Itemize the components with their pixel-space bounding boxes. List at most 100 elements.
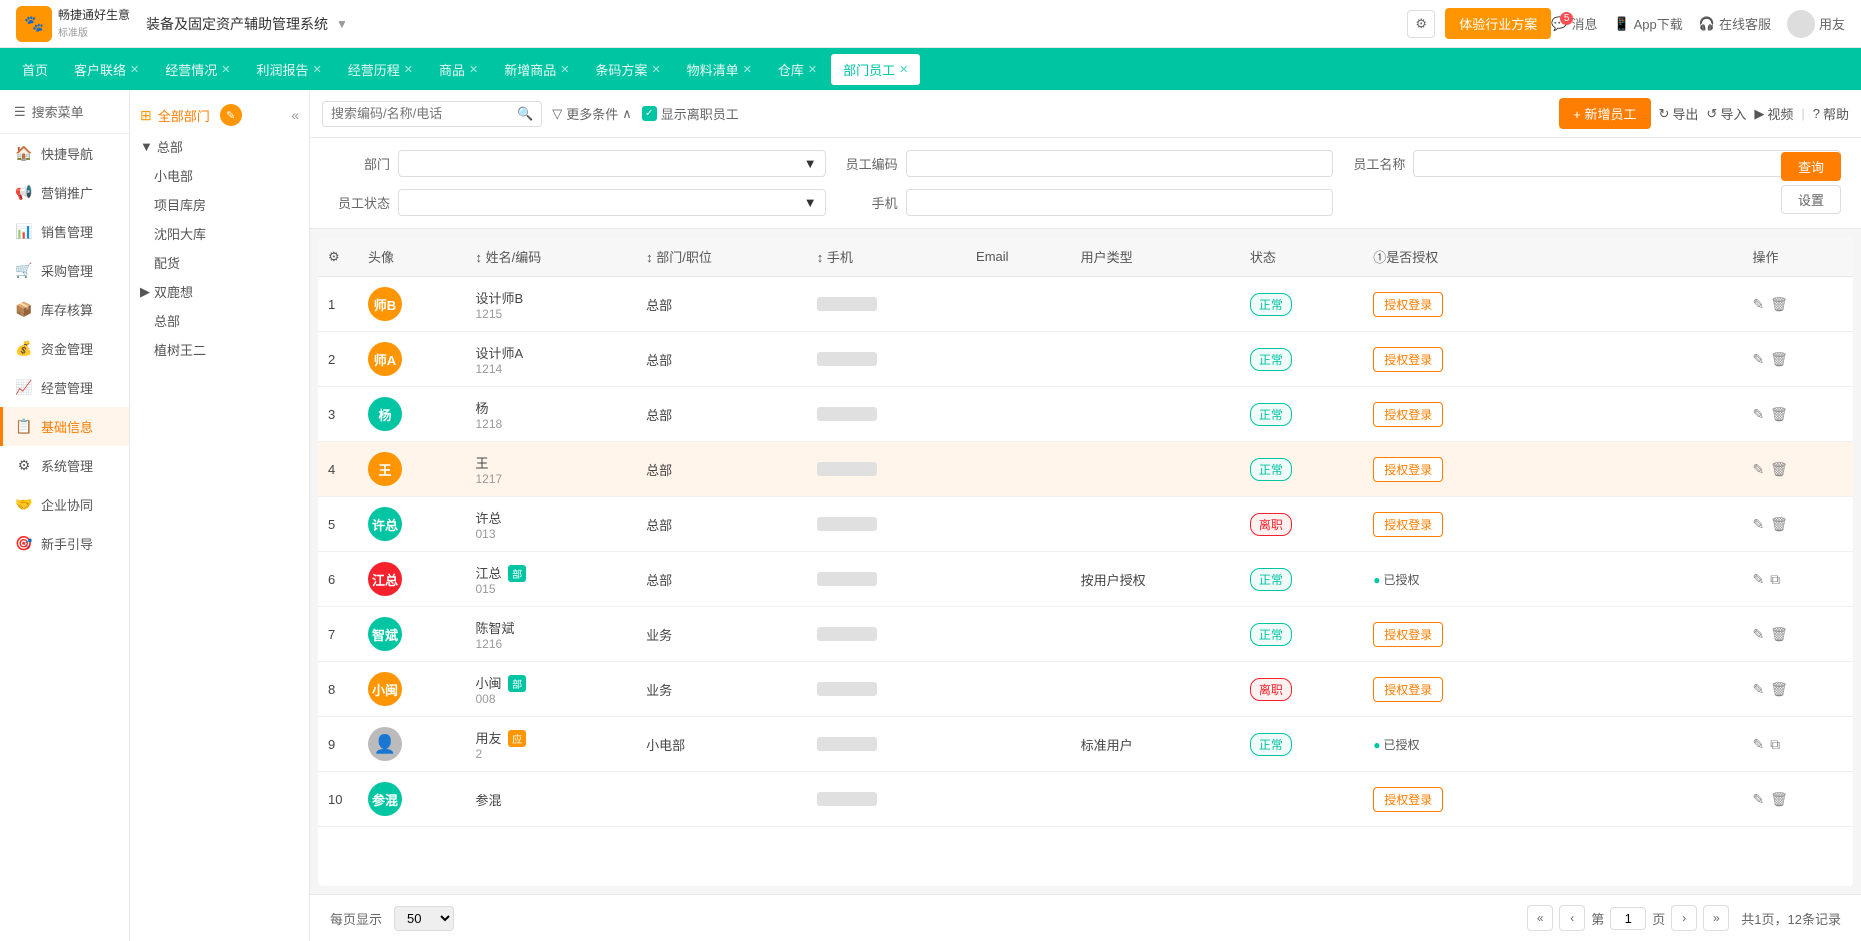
edit-icon[interactable]: ✎ [1752,571,1764,588]
auth-btn[interactable]: 授权登录 [1373,292,1443,317]
sidebar-item-guide[interactable]: 🎯 新手引导 [0,524,129,563]
nav-item-customer[interactable]: 客户联络 ✕ [62,54,151,85]
import-btn[interactable]: ↺ 导入 [1706,104,1746,123]
col-name[interactable]: ↕ 姓名/编码 [465,237,636,277]
first-page-btn[interactable]: « [1527,905,1553,931]
nav-close-warehouse[interactable]: ✕ [808,63,817,76]
nav-item-warehouse[interactable]: 仓库 ✕ [766,54,829,85]
col-dept[interactable]: ↕ 部门/职位 [636,237,807,277]
show-resign-checkbox[interactable]: ✓ [642,106,657,121]
sidebar-item-purchase[interactable]: 🛒 采购管理 [0,251,129,290]
app-download-btn[interactable]: 📱 App下载 [1613,14,1682,33]
nav-close-bom[interactable]: ✕ [743,63,752,76]
dept-node-zongbu[interactable]: 总部 [130,306,309,335]
edit-icon[interactable]: ✎ [1752,351,1764,368]
search-input[interactable] [331,106,511,121]
trial-button[interactable]: 体验行业方案 [1445,8,1551,39]
nav-close-barcode[interactable]: ✕ [651,63,660,76]
page-number-input[interactable] [1610,907,1646,930]
delete-icon[interactable]: 🗑 [1770,461,1788,478]
view-btn[interactable]: ▶ 视频 [1754,104,1793,123]
nav-close-customer[interactable]: ✕ [130,63,139,76]
filter-dept-select[interactable]: ▼ [398,150,826,177]
col-settings[interactable]: ⚙ [318,237,358,277]
nav-close-history[interactable]: ✕ [404,63,413,76]
filter-phone-input[interactable] [906,189,1334,216]
auth-btn[interactable]: 授权登录 [1373,622,1443,647]
delete-icon[interactable]: 🗑 [1770,626,1788,643]
edit-icon[interactable]: ✎ [1752,296,1764,313]
filter-name-input[interactable] [1413,150,1841,177]
more-filter-btn[interactable]: ▽ 更多条件 ∧ [552,104,632,123]
sidebar-item-sales[interactable]: 📊 销售管理 [0,212,129,251]
export-btn[interactable]: ↻ 导出 [1659,104,1699,123]
all-dept-label[interactable]: 全部部门 [158,106,210,125]
reset-button[interactable]: 设置 [1781,185,1841,214]
edit-icon[interactable]: ✎ [1752,736,1764,753]
delete-icon[interactable]: 🗑 [1770,406,1788,423]
filter-code-input[interactable] [906,150,1334,177]
auth-btn[interactable]: 授权登录 [1373,512,1443,537]
nav-close-goods[interactable]: ✕ [469,63,478,76]
sidebar-item-bizmanage[interactable]: 📈 经营管理 [0,368,129,407]
online-service-btn[interactable]: 🎧 在线客服 [1699,14,1771,33]
nav-item-profit[interactable]: 利润报告 ✕ [244,54,333,85]
delete-icon[interactable]: 🗑 [1770,296,1788,313]
auth-btn[interactable]: 授权登录 [1373,457,1443,482]
copy-icon[interactable]: ⧉ [1770,736,1780,753]
nav-close-new-goods[interactable]: ✕ [560,63,569,76]
auth-btn[interactable]: 授权登录 [1373,677,1443,702]
dept-node-xiaodibu[interactable]: 小电部 [130,161,309,190]
nav-close-dept[interactable]: ✕ [899,63,908,76]
col-phone[interactable]: ↕ 手机 [807,237,966,277]
dept-node-zhishu[interactable]: 植树王二 [130,335,309,364]
dept-node-peihuo[interactable]: 配货 [130,248,309,277]
delete-icon[interactable]: 🗑 [1770,681,1788,698]
edit-icon[interactable]: ✎ [1752,626,1764,643]
dept-node-shuanglu[interactable]: ▶ 双鹿想 [130,277,309,306]
edit-icon[interactable]: ✎ [1752,406,1764,423]
delete-icon[interactable]: 🗑 [1770,351,1788,368]
edit-icon[interactable]: ✎ [1752,461,1764,478]
next-page-btn[interactable]: › [1671,905,1697,931]
delete-icon[interactable]: 🗑 [1770,516,1788,533]
query-button[interactable]: 查询 [1781,152,1841,181]
edit-icon[interactable]: ✎ [1752,791,1764,808]
sidebar-item-basicinfo[interactable]: 📋 基础信息 [0,407,129,446]
nav-item-barcode[interactable]: 条码方案 ✕ [583,54,672,85]
nav-close-profit[interactable]: ✕ [313,63,322,76]
nav-item-new-goods[interactable]: 新增商品 ✕ [492,54,581,85]
sidebar-item-marketing[interactable]: 📢 营销推广 [0,173,129,212]
nav-item-history[interactable]: 经营历程 ✕ [336,54,425,85]
help-btn[interactable]: ? 帮助 [1813,104,1849,123]
auth-btn[interactable]: 授权登录 [1373,787,1443,812]
auth-btn[interactable]: 授权登录 [1373,347,1443,372]
edit-icon[interactable]: ✎ [1752,516,1764,533]
prev-page-btn[interactable]: ‹ [1559,905,1585,931]
show-resign-toggle[interactable]: ✓ 显示离职员工 [642,104,739,123]
nav-item-bom[interactable]: 物料清单 ✕ [675,54,764,85]
nav-close-operation[interactable]: ✕ [221,63,230,76]
dept-node-shenyangdaku[interactable]: 沈阳大库 [130,219,309,248]
dept-node-xiangmuku[interactable]: 项目库房 [130,190,309,219]
system-arrow-icon[interactable]: ▼ [336,17,348,31]
nav-item-operation[interactable]: 经营情况 ✕ [153,54,242,85]
copy-icon[interactable]: ⧉ [1770,571,1780,588]
delete-icon[interactable]: 🗑 [1770,791,1788,808]
auth-btn[interactable]: 授权登录 [1373,402,1443,427]
sidebar-item-quicknav[interactable]: 🏠 快捷导航 [0,134,129,173]
filter-status-select[interactable]: ▼ [398,189,826,216]
dept-edit-icon[interactable]: ✎ [220,104,242,126]
dept-node-corp[interactable]: ▼ 总部 [130,132,309,161]
sidebar-item-finance[interactable]: 💰 资金管理 [0,329,129,368]
sidebar-item-inventory[interactable]: 📦 库存核算 [0,290,129,329]
sidebar-item-system[interactable]: ⚙ 系统管理 [0,446,129,485]
nav-item-goods[interactable]: 商品 ✕ [427,54,490,85]
sidebar-item-collab[interactable]: 🤝 企业协同 [0,485,129,524]
add-employee-button[interactable]: + 新增员工 [1559,98,1650,129]
page-size-select[interactable]: 50 10 20 100 [394,906,454,931]
search-menu-btn[interactable]: ☰ 搜索菜单 [8,98,121,125]
user-menu[interactable]: 用友 [1787,10,1845,38]
nav-item-dept[interactable]: 部门员工 ✕ [831,54,920,85]
message-btn[interactable]: 💬 5 消息 [1551,14,1597,33]
